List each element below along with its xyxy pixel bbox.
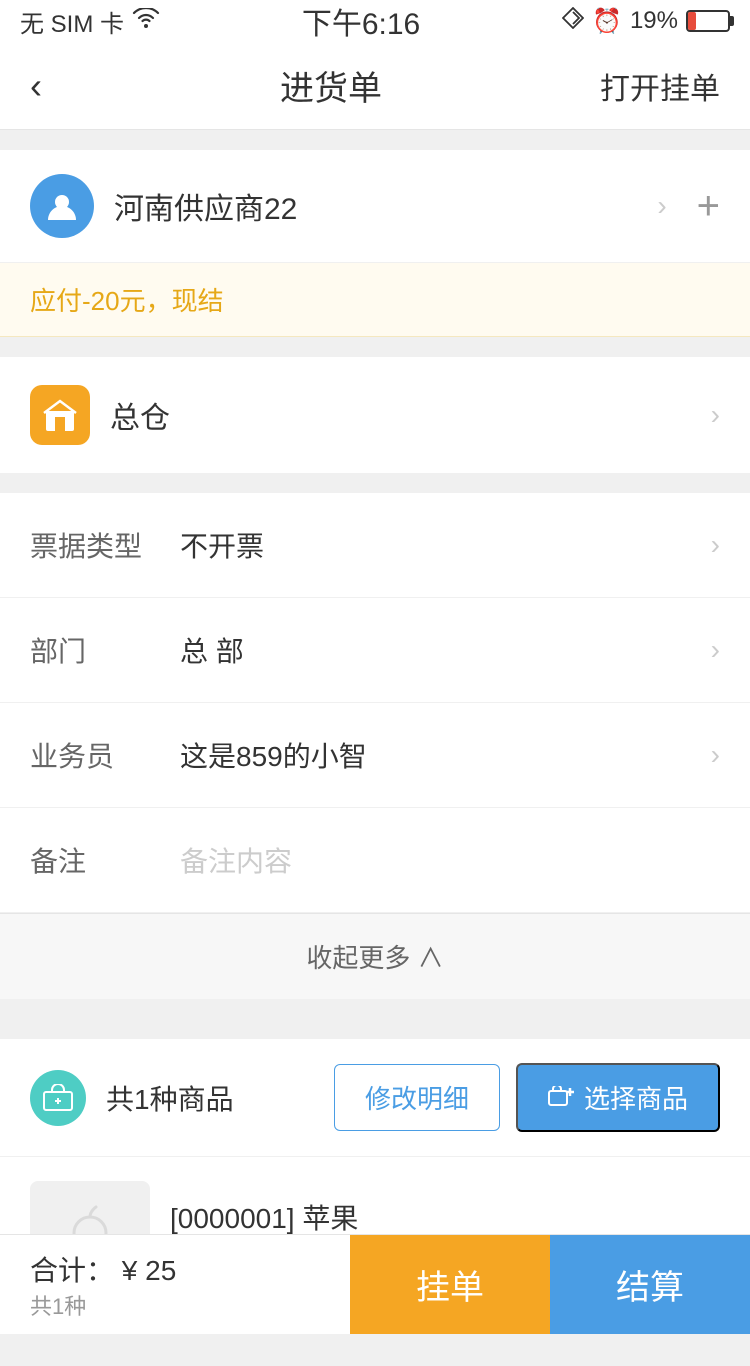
product-name: [0000001] 苹果 xyxy=(170,1197,670,1237)
alarm-icon: ⏰ xyxy=(592,7,622,36)
total-row: 合计： ¥ 25 xyxy=(30,1249,320,1289)
supplier-avatar xyxy=(30,174,94,238)
total-amount: ¥ 25 xyxy=(122,1255,177,1286)
remark-placeholder: 备注内容 xyxy=(160,840,720,880)
section-gap-4 xyxy=(0,999,750,1019)
select-products-label: 选择商品 xyxy=(584,1079,688,1116)
department-label: 部门 xyxy=(30,630,160,670)
battery-icon xyxy=(686,10,730,32)
status-bar-time: 下午6:16 xyxy=(302,0,420,43)
salesperson-row[interactable]: 业务员 这是859的小智 › xyxy=(0,703,750,808)
add-button[interactable]: + xyxy=(697,184,720,229)
warehouse-row[interactable]: 总仓 › xyxy=(0,357,750,473)
nav-bar: ‹ 进货单 打开挂单 xyxy=(0,42,750,130)
status-bar: 无 SIM 卡 下午6:16 ⏰ 19% xyxy=(0,0,750,42)
edit-details-button[interactable]: 修改明细 xyxy=(334,1064,500,1131)
total-sub: 共1种 xyxy=(30,1289,320,1321)
back-button[interactable]: ‹ xyxy=(30,55,62,117)
open-hang-button[interactable]: 打开挂单 xyxy=(600,64,720,108)
status-bar-left: 无 SIM 卡 xyxy=(20,4,160,39)
supplier-name: 河南供应商22 xyxy=(114,184,657,228)
status-bar-right: ⏰ 19% xyxy=(562,7,730,36)
invoice-type-value: 不开票 xyxy=(160,525,711,565)
salesperson-label: 业务员 xyxy=(30,735,160,775)
warehouse-icon xyxy=(30,385,90,445)
warehouse-section: 总仓 › xyxy=(0,357,750,473)
department-chevron-icon: › xyxy=(711,634,720,666)
checkout-button[interactable]: 结算 xyxy=(550,1235,750,1334)
bottom-bar: 合计： ¥ 25 共1种 挂单 结算 xyxy=(0,1234,750,1334)
department-row[interactable]: 部门 总 部 › xyxy=(0,598,750,703)
total-label: 合计： xyxy=(30,1255,114,1286)
invoice-chevron-icon: › xyxy=(711,529,720,561)
salesperson-chevron-icon: › xyxy=(711,739,720,771)
collapse-label: 收起更多 ∧ xyxy=(306,938,443,975)
select-products-button[interactable]: 选择商品 xyxy=(516,1063,720,1132)
section-gap-1 xyxy=(0,130,750,150)
department-value: 总 部 xyxy=(160,630,711,670)
invoice-type-row[interactable]: 票据类型 不开票 › xyxy=(0,493,750,598)
supplier-section: 河南供应商22 › + 应付-20元，现结 xyxy=(0,150,750,337)
hang-button[interactable]: 挂单 xyxy=(350,1235,550,1334)
collapse-toggle[interactable]: 收起更多 ∧ xyxy=(0,913,750,999)
battery-percent: 19% xyxy=(630,7,678,35)
section-gap-3 xyxy=(0,473,750,493)
wifi-icon xyxy=(132,7,160,35)
salesperson-value: 这是859的小智 xyxy=(160,735,711,775)
supplier-chevron-icon: › xyxy=(657,190,666,222)
remark-label: 备注 xyxy=(30,840,160,880)
bottom-total: 合计： ¥ 25 共1种 xyxy=(0,1235,350,1334)
carrier-text: 无 SIM 卡 xyxy=(20,4,124,39)
warehouse-chevron-icon: › xyxy=(711,399,720,431)
warehouse-name: 总仓 xyxy=(110,393,711,437)
supplier-row[interactable]: 河南供应商22 › + xyxy=(0,150,750,263)
remark-row[interactable]: 备注 备注内容 xyxy=(0,808,750,913)
invoice-type-label: 票据类型 xyxy=(30,525,160,565)
products-icon xyxy=(30,1070,86,1126)
page-title: 进货单 xyxy=(62,61,600,110)
products-header: 共1种商品 修改明细 选择商品 xyxy=(0,1039,750,1157)
supplier-notice: 应付-20元，现结 xyxy=(0,263,750,337)
location-icon xyxy=(562,7,584,36)
form-section: 票据类型 不开票 › 部门 总 部 › 业务员 这是859的小智 › 备注 备注… xyxy=(0,493,750,999)
section-gap-2 xyxy=(0,337,750,357)
products-count: 共1种商品 xyxy=(106,1078,334,1118)
